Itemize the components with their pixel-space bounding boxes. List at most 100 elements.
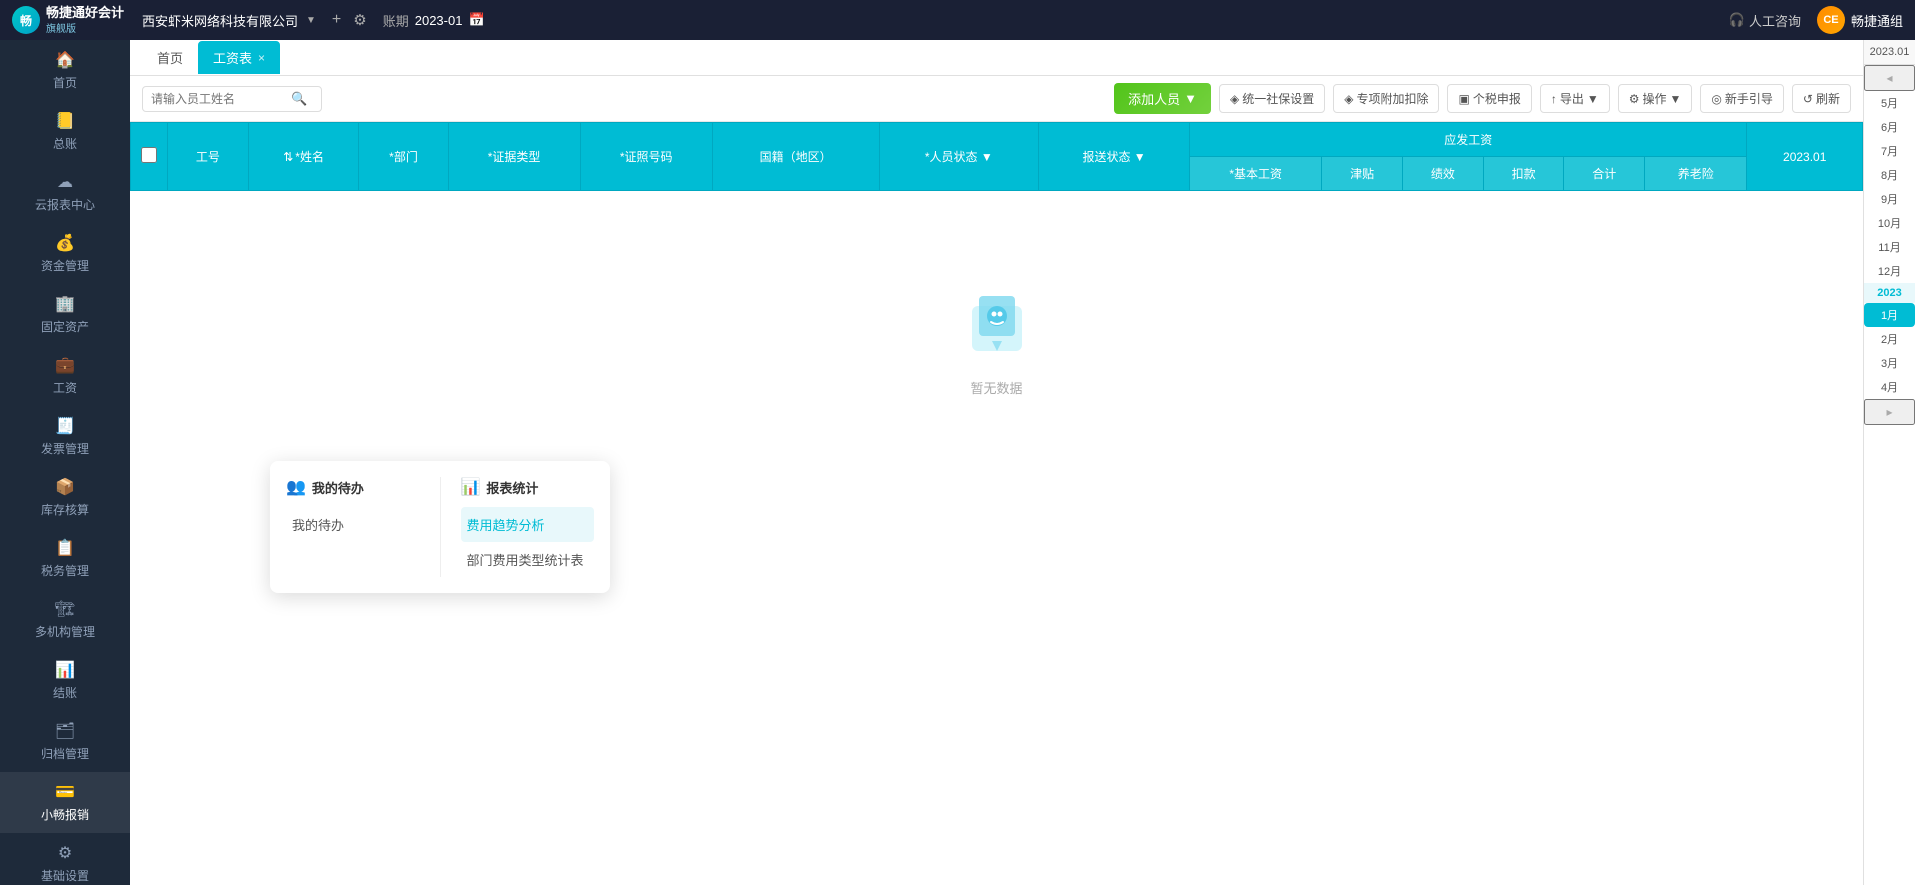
sidebar-label-basic: 基础设置 [41, 867, 89, 884]
search-box: 🔍 [142, 86, 322, 112]
date-month-8[interactable]: 8月 [1864, 163, 1915, 187]
tax-icon: 📋 [55, 538, 75, 558]
new-guide-button[interactable]: ◎ 新手引导 [1700, 84, 1784, 113]
tab-salary[interactable]: 工资表 × [198, 41, 280, 74]
company-selector[interactable]: 西安虾米网络科技有限公司 ▼ [142, 11, 316, 30]
th-name: ⇅*姓名 [248, 123, 359, 191]
date-month-11[interactable]: 11月 [1864, 235, 1915, 259]
sidebar-item-settle[interactable]: 📊 结账 [0, 650, 130, 711]
sidebar-item-home[interactable]: 🏠 首页 [0, 40, 130, 101]
archive-icon: 🗂 [55, 721, 75, 741]
sidebar-item-archive[interactable]: 🗂 归档管理 [0, 711, 130, 772]
todo-title-label: 我的待办 [312, 478, 364, 497]
operations-label: 操作 [1643, 90, 1667, 107]
sidebar-item-cloud[interactable]: ☁ 云报表中心 [0, 162, 130, 223]
period-label: 账期 [383, 11, 409, 30]
support-button[interactable]: 🎧 人工咨询 [1729, 11, 1801, 30]
export-button[interactable]: ↑ 导出 ▼ [1540, 84, 1610, 113]
empty-state: 暂无数据 [130, 191, 1863, 491]
sidebar-label-ledger: 总账 [53, 135, 77, 152]
deduction-icon: ◈ [1344, 92, 1353, 106]
add-tab-icon[interactable]: + [332, 11, 341, 29]
sidebar-item-capital[interactable]: 💰 资金管理 [0, 223, 130, 284]
basic-icon: ⚙ [58, 843, 72, 863]
settings-icon[interactable]: ⚙ [353, 11, 366, 29]
add-person-button[interactable]: 添加人员 ▼ [1114, 83, 1211, 114]
tax-icon: ▣ [1458, 92, 1469, 106]
period-header-label: 2023.01 [1783, 150, 1826, 164]
tab-home[interactable]: 首页 [142, 41, 198, 74]
social-insurance-label: 统一社保设置 [1242, 90, 1314, 107]
operations-button[interactable]: ⚙ 操作 ▼ [1618, 84, 1693, 113]
sidebar-label-settle: 结账 [53, 684, 77, 701]
inventory-icon: 📦 [55, 477, 75, 497]
sidebar-label-archive: 归档管理 [41, 745, 89, 762]
popup-item-dept-expense[interactable]: 部门费用类型统计表 [461, 542, 595, 577]
logo-area: 畅 畅捷通好会计 旗舰版 [12, 5, 132, 36]
date-month-4[interactable]: 4月 [1864, 375, 1915, 399]
home-icon: 🏠 [55, 50, 75, 70]
date-panel-header: 2023.01 [1864, 40, 1915, 65]
th-dept: *部门 [359, 123, 448, 191]
sidebar-item-basic[interactable]: ⚙ 基础设置 [0, 833, 130, 885]
salary-icon: 💼 [55, 355, 75, 375]
date-month-12[interactable]: 12月 [1864, 259, 1915, 283]
salary-table: 工号 ⇅*姓名 *部门 *证据类型 *证照号码 国籍（地区） *人员状态 ▼ [130, 122, 1863, 191]
th-emp-no: 工号 [168, 123, 249, 191]
popup-todo-title: 👥 我的待办 [286, 477, 420, 497]
sidebar-label-tax: 税务管理 [41, 562, 89, 579]
operations-chevron-icon: ▼ [1670, 92, 1682, 106]
date-month-5[interactable]: 5月 [1864, 91, 1915, 115]
tab-home-label: 首页 [157, 51, 183, 66]
date-month-10[interactable]: 10月 [1864, 211, 1915, 235]
sort-icon: ⇅ [283, 150, 293, 164]
date-prev-button[interactable]: ◂ [1864, 65, 1915, 91]
top-header: 畅 畅捷通好会计 旗舰版 西安虾米网络科技有限公司 ▼ + ⚙ 账期 2023-… [0, 0, 1915, 40]
report-filter-icon[interactable]: ▼ [1134, 150, 1146, 164]
logo-text-block: 畅捷通好会计 旗舰版 [46, 5, 124, 36]
date-next-button[interactable]: ▸ [1864, 399, 1915, 425]
special-deduction-label: 专项附加扣除 [1356, 90, 1428, 107]
tab-close-icon[interactable]: × [258, 51, 265, 65]
toolbar-right: 添加人员 ▼ ◈ 统一社保设置 ◈ 专项附加扣除 ▣ 个税申报 [1114, 83, 1851, 114]
date-month-6[interactable]: 6月 [1864, 115, 1915, 139]
tax-return-button[interactable]: ▣ 个税申报 [1447, 84, 1531, 113]
social-insurance-button[interactable]: ◈ 统一社保设置 [1219, 84, 1325, 113]
period-value[interactable]: 2023-01 [415, 13, 463, 28]
sidebar-item-multi[interactable]: 🏗 多机构管理 [0, 589, 130, 650]
refresh-button[interactable]: ↺ 刷新 [1792, 84, 1851, 113]
popup-item-expense-trend[interactable]: 费用趋势分析 [461, 507, 595, 542]
user-name: 畅捷通组 [1851, 11, 1903, 30]
social-icon: ◈ [1230, 92, 1239, 106]
sidebar-label-home: 首页 [53, 74, 77, 91]
date-month-7[interactable]: 7月 [1864, 139, 1915, 163]
empty-text: 暂无数据 [970, 378, 1022, 397]
sidebar-item-assets[interactable]: 🏢 固定资产 [0, 284, 130, 345]
date-month-1-current[interactable]: 1月 [1864, 303, 1915, 327]
th-total: 合计 [1564, 157, 1645, 191]
search-icon[interactable]: 🔍 [291, 91, 307, 107]
sidebar-item-salary[interactable]: 💼 工资 [0, 345, 130, 406]
special-deduction-button[interactable]: ◈ 专项附加扣除 [1333, 84, 1439, 113]
sidebar-item-ledger[interactable]: 📒 总账 [0, 101, 130, 162]
sidebar-item-inventory[interactable]: 📦 库存核算 [0, 467, 130, 528]
sidebar-item-invoice[interactable]: 🧾 发票管理 [0, 406, 130, 467]
search-input[interactable] [151, 92, 291, 106]
toolbar: 🔍 添加人员 ▼ ◈ 统一社保设置 ◈ 专项附加扣除 [130, 76, 1863, 122]
header-action-icons: + ⚙ [332, 11, 367, 29]
select-all-checkbox[interactable] [141, 147, 157, 163]
date-month-2[interactable]: 2月 [1864, 327, 1915, 351]
sidebar-label-invoice: 发票管理 [41, 440, 89, 457]
th-status: *人员状态 ▼ [879, 123, 1038, 191]
user-area[interactable]: CE 畅捷通组 [1817, 6, 1903, 34]
sidebar-item-tax[interactable]: 📋 税务管理 [0, 528, 130, 589]
date-month-3[interactable]: 3月 [1864, 351, 1915, 375]
sidebar-item-expense[interactable]: 💳 小畅报销 [0, 772, 130, 833]
th-checkbox [131, 123, 168, 191]
company-chevron-icon: ▼ [306, 15, 316, 26]
date-month-9[interactable]: 9月 [1864, 187, 1915, 211]
th-payable: 应发工资 [1190, 123, 1747, 157]
status-filter-icon[interactable]: ▼ [981, 150, 993, 164]
calendar-icon[interactable]: 📅 [468, 12, 484, 28]
popup-item-my-todo[interactable]: 我的待办 [286, 507, 420, 542]
